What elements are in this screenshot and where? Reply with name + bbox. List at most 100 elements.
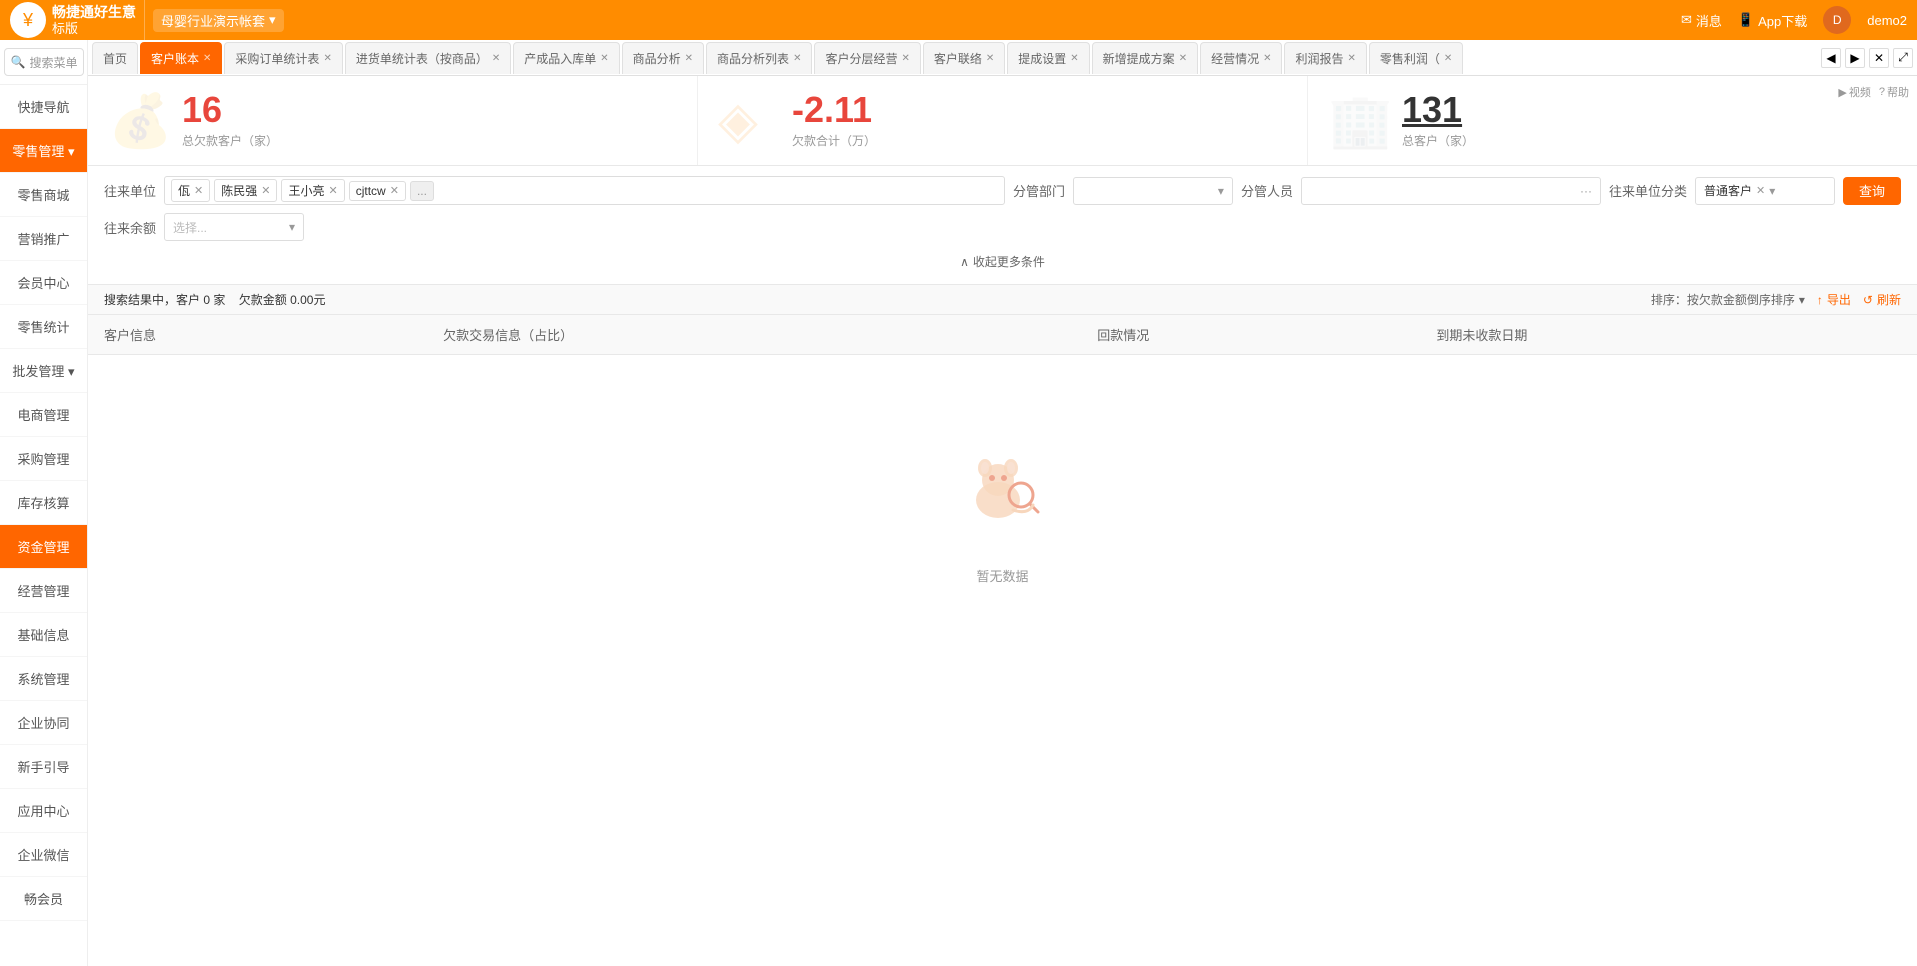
tab-new-promotion-plan[interactable]: 新增提成方案 ✕	[1092, 42, 1198, 74]
person-filter-dropdown[interactable]: ···	[1301, 177, 1601, 205]
collapse-label: 收起更多条件	[973, 253, 1045, 270]
tab-stock-stats-close[interactable]: ✕	[492, 53, 500, 64]
filter-tag-cuo-delete[interactable]: ✕	[194, 184, 203, 197]
sidebar-item-member-plus[interactable]: 畅会员	[0, 877, 87, 921]
tab-operations-status[interactable]: 经营情况 ✕	[1200, 42, 1282, 74]
search-result-label: 搜索结果中，客户	[104, 293, 200, 307]
video-label: 视频	[1849, 84, 1871, 100]
filter-tag-wang-delete[interactable]: ✕	[329, 184, 338, 197]
sidebar-search-btn[interactable]: 🔍 搜索菜单	[4, 48, 84, 76]
tab-stock-stats[interactable]: 进货单统计表（按商品） ✕	[345, 42, 511, 74]
col-customer-info: 客户信息	[88, 315, 427, 355]
message-label: 消息	[1696, 11, 1722, 30]
tab-profit-report[interactable]: 利润报告 ✕	[1284, 42, 1366, 74]
tab-customer-book[interactable]: 客户账本 ✕	[140, 42, 222, 74]
refresh-icon: ↺	[1863, 293, 1873, 307]
sidebar-item-wholesale-mgmt[interactable]: 批发管理 ▾	[0, 349, 87, 393]
tab-close-all-btn[interactable]: ✕	[1869, 48, 1889, 68]
sidebar-item-purchase[interactable]: 采购管理	[0, 437, 87, 481]
store-selector[interactable]: 母婴行业演示帐套 ▾	[153, 9, 284, 32]
tab-purchase-order-stats[interactable]: 采购订单统计表 ✕	[224, 42, 342, 74]
sidebar-item-inventory[interactable]: 库存核算	[0, 481, 87, 525]
sidebar-item-retail-mgmt[interactable]: 零售管理 ▾	[0, 129, 87, 173]
username[interactable]: demo2	[1867, 13, 1907, 28]
tab-product-analysis-list-label: 商品分析列表	[717, 50, 789, 67]
tab-bar-actions: ◀ ▶ ✕ ⤢	[1821, 48, 1913, 68]
dept-filter-dropdown[interactable]: ▾	[1073, 177, 1233, 205]
tab-product-analysis-list[interactable]: 商品分析列表 ✕	[706, 42, 812, 74]
tab-customer-book-close[interactable]: ✕	[203, 53, 211, 64]
tab-product-analysis-list-close[interactable]: ✕	[793, 53, 801, 64]
message-btn[interactable]: ✉ 消息	[1681, 11, 1722, 30]
tab-prev-btn[interactable]: ◀	[1821, 48, 1841, 68]
unit-filter-input-area[interactable]: 佤 ✕ 陈民强 ✕ 王小亮 ✕ cjttcw ✕	[164, 176, 1005, 205]
tab-profit-report-close[interactable]: ✕	[1348, 53, 1356, 64]
chevron-icon-2: ▾	[68, 364, 75, 379]
tab-customer-segment-label: 客户分层经营	[825, 50, 897, 67]
refresh-btn[interactable]: ↺ 刷新	[1863, 291, 1901, 308]
sidebar-item-enterprise-wechat[interactable]: 企业微信	[0, 833, 87, 877]
col-repayment: 回款情况	[1081, 315, 1420, 355]
logo-area: ¥ 畅捷通好生意 标版	[10, 2, 136, 38]
tab-fullscreen-btn[interactable]: ⤢	[1893, 48, 1913, 68]
app-download-btn[interactable]: 📱 App下载	[1738, 11, 1807, 30]
tab-retail-profit[interactable]: 零售利润（ ✕	[1369, 42, 1463, 74]
sidebar-item-retail-stats[interactable]: 零售统计	[0, 305, 87, 349]
tab-customer-contact[interactable]: 客户联络 ✕	[923, 42, 1005, 74]
sidebar-item-finance[interactable]: 资金管理	[0, 525, 87, 569]
unit-class-filter-dropdown[interactable]: 普通客户 ✕ ▾	[1695, 177, 1835, 205]
tab-operations-status-close[interactable]: ✕	[1263, 53, 1271, 64]
sidebar-item-new-guide[interactable]: 新手引导	[0, 745, 87, 789]
export-btn[interactable]: ↑ 导出	[1817, 291, 1851, 308]
sidebar-item-retail-mall[interactable]: 零售商城	[0, 173, 87, 217]
sidebar-item-ecommerce[interactable]: 电商管理	[0, 393, 87, 437]
empty-illustration	[953, 435, 1053, 535]
tab-new-promotion-plan-label: 新增提成方案	[1103, 50, 1175, 67]
tab-next-btn[interactable]: ▶	[1845, 48, 1865, 68]
tab-product-analysis[interactable]: 商品分析 ✕	[622, 42, 704, 74]
tab-product-warehousing-close[interactable]: ✕	[600, 53, 608, 64]
filter-tag-normal-delete[interactable]: ✕	[1756, 184, 1765, 197]
avatar[interactable]: D	[1823, 6, 1851, 34]
filter-tag-chen-delete[interactable]: ✕	[261, 184, 270, 197]
sidebar-item-system[interactable]: 系统管理	[0, 657, 87, 701]
tab-promotion-settings[interactable]: 提成设置 ✕	[1007, 42, 1089, 74]
tab-purchase-order-stats-close[interactable]: ✕	[323, 53, 331, 64]
sort-btn[interactable]: 排序：按欠款金额倒序排序 ▾	[1651, 291, 1805, 308]
export-icon: ↑	[1817, 293, 1823, 307]
tab-promotion-settings-close[interactable]: ✕	[1070, 53, 1078, 64]
query-btn[interactable]: 查询	[1843, 177, 1901, 205]
sidebar-item-app-center[interactable]: 应用中心	[0, 789, 87, 833]
tab-product-analysis-close[interactable]: ✕	[685, 53, 693, 64]
balance-filter-dropdown[interactable]: 选择... ▾	[164, 213, 304, 241]
message-icon: ✉	[1681, 12, 1692, 28]
empty-state: 暂无数据	[88, 355, 1917, 665]
video-btn[interactable]: ▶ 视频	[1838, 84, 1870, 100]
sidebar-item-basic-info[interactable]: 基础信息	[0, 613, 87, 657]
tab-customer-contact-close[interactable]: ✕	[986, 53, 994, 64]
tab-new-promotion-plan-close[interactable]: ✕	[1179, 53, 1187, 64]
tab-customer-segment[interactable]: 客户分层经营 ✕	[814, 42, 920, 74]
sidebar-item-enterprise-coop[interactable]: 企业协同	[0, 701, 87, 745]
sidebar-item-marketing[interactable]: 营销推广	[0, 217, 87, 261]
sort-icon: ▾	[1799, 293, 1805, 307]
sidebar-item-system-label: 系统管理	[17, 672, 69, 687]
empty-text: 暂无数据	[976, 566, 1028, 585]
tab-retail-profit-close[interactable]: ✕	[1444, 53, 1452, 64]
filter-tag-cjttcw-delete[interactable]: ✕	[390, 184, 399, 197]
stat-icon-diamond: ◈	[718, 91, 758, 151]
sidebar-item-quick-nav[interactable]: 快捷导航	[0, 85, 87, 129]
unit-filter-more-btn[interactable]: ...	[410, 181, 434, 201]
tab-bar: 首页 客户账本 ✕ 采购订单统计表 ✕ 进货单统计表（按商品） ✕ 产成品入库单…	[88, 40, 1917, 76]
sidebar-item-member-center[interactable]: 会员中心	[0, 261, 87, 305]
sidebar-item-purchase-label: 采购管理	[17, 452, 69, 467]
tab-customer-segment-close[interactable]: ✕	[901, 53, 909, 64]
tab-product-warehousing[interactable]: 产成品入库单 ✕	[513, 42, 619, 74]
sidebar-item-operations[interactable]: 经营管理	[0, 569, 87, 613]
search-label: 搜索菜单	[29, 54, 77, 71]
tab-home[interactable]: 首页	[92, 42, 138, 74]
sidebar-item-new-guide-label: 新手引导	[17, 760, 69, 775]
collapse-btn[interactable]: ∧ 收起更多条件	[960, 253, 1045, 270]
help-btn[interactable]: ? 帮助	[1879, 84, 1909, 100]
empty-icon	[953, 435, 1053, 554]
